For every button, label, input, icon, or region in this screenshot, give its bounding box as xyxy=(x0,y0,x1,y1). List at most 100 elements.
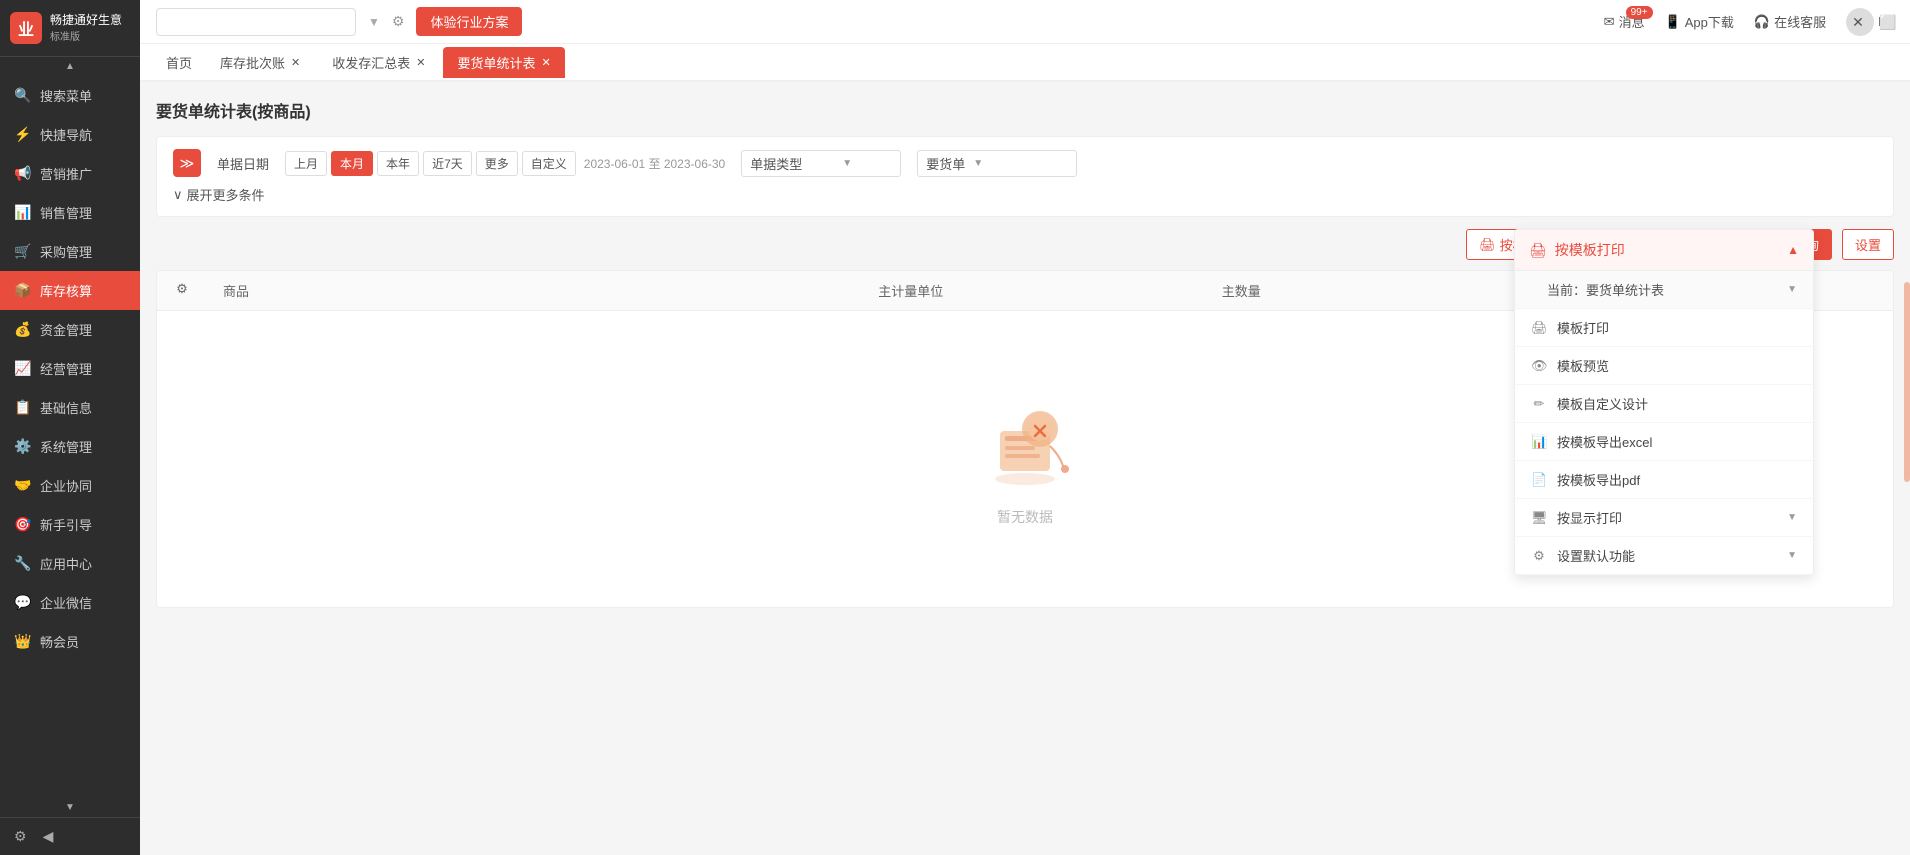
required-goods-arrow: ▼ xyxy=(973,158,983,169)
topbar: ▼ ⚙ 体验行业方案 ✉ 消息 99+ 📱 App下载 🎧 在线客服 Rit xyxy=(140,0,1910,44)
dropdown-collapse-icon[interactable]: ▲ xyxy=(1787,243,1799,257)
empty-text: 暂无数据 xyxy=(997,507,1053,527)
sidebar-footer: ⚙ ◀ xyxy=(0,817,140,855)
tab-home[interactable]: 首页 xyxy=(156,47,202,78)
dropdown-item-template-print[interactable]: 🖨 模板打印 xyxy=(1515,309,1813,347)
tab-stock-summary[interactable]: 收发存汇总表 ✕ xyxy=(318,47,439,78)
sidebar-item-collab[interactable]: 🤝 企业协同 xyxy=(0,466,140,505)
dropdown-item-template-preview[interactable]: 👁 模板预览 xyxy=(1515,347,1813,385)
sidebar-item-system[interactable]: ⚙️ 系统管理 xyxy=(0,427,140,466)
sidebar-item-finance[interactable]: 💰 资金管理 xyxy=(0,310,140,349)
filter-bar: ≫ 单据日期 上月 本月 本年 近7天 更多 自定义 2023-06-01 至 … xyxy=(156,136,1894,217)
dropdown-section-display-print[interactable]: 🖥 按显示打印 ▼ xyxy=(1515,499,1813,537)
scrollbar[interactable] xyxy=(1904,282,1910,482)
dropdown-item-export-excel[interactable]: 📊 按模板导出excel xyxy=(1515,423,1813,461)
sidebar-item-sales[interactable]: 📊 销售管理 xyxy=(0,193,140,232)
current-arrow-icon: ▼ xyxy=(1787,284,1797,295)
scroll-up[interactable]: ▲ xyxy=(0,57,140,76)
th-qty: 主数量 xyxy=(1206,281,1550,300)
expand-more-button[interactable]: ∨ 展开更多条件 xyxy=(173,185,265,204)
main-area: ▼ ⚙ 体验行业方案 ✉ 消息 99+ 📱 App下载 🎧 在线客服 Rit xyxy=(140,0,1910,855)
maximize-window-button[interactable]: ⬜ xyxy=(1874,8,1902,36)
member-icon: 👑 xyxy=(14,633,32,650)
required-goods-filter[interactable]: 要货单 ▼ xyxy=(917,150,1077,177)
app-center-icon: 🔧 xyxy=(14,555,32,572)
online-service-item[interactable]: 🎧 在线客服 xyxy=(1754,12,1826,31)
section-arrow-display: ▼ xyxy=(1787,512,1797,523)
empty-illustration xyxy=(975,391,1075,491)
dropdown-arrow-topbar[interactable]: ▼ xyxy=(368,15,380,29)
sidebar-item-basic-info[interactable]: 📋 基础信息 xyxy=(0,388,140,427)
dropdown-current-item[interactable]: 当前：要货单统计表 ▼ xyxy=(1515,271,1813,309)
th-unit: 主计量单位 xyxy=(862,281,1206,300)
filter-row-1: ≫ 单据日期 上月 本月 本年 近7天 更多 自定义 2023-06-01 至 … xyxy=(173,149,1877,177)
preview-icon: 👁 xyxy=(1531,358,1547,374)
sidebar-item-quicknav[interactable]: ⚡ 快捷导航 xyxy=(0,115,140,154)
select-arrow-icon: ▼ xyxy=(842,158,852,169)
guide-icon: 🎯 xyxy=(14,516,32,533)
dropdown-header: 🖨 按模板打印 ▲ xyxy=(1515,230,1813,271)
collab-icon: 🤝 xyxy=(14,477,32,494)
action-bar: 🖨 按模板打印 ▲ 当前：要货单统计表 ▼ 🖨 模板打印 👁 xyxy=(156,229,1894,260)
date-range-display: 2023-06-01 至 2023-06-30 xyxy=(584,155,725,172)
display-print-icon: 🖥 xyxy=(1531,510,1547,526)
tab-close-order-stats[interactable]: ✕ xyxy=(542,56,551,69)
date-btn-last-month[interactable]: 上月 xyxy=(285,151,327,176)
required-goods-label: 要货单 xyxy=(926,154,965,173)
app-download-item[interactable]: 📱 App下载 xyxy=(1665,12,1734,31)
trial-button[interactable]: 体验行业方案 xyxy=(416,7,522,36)
printer-icon: 🖨 xyxy=(1529,242,1547,259)
logo-icon: 业 xyxy=(10,12,42,44)
quicknav-icon: ⚡ xyxy=(14,126,32,143)
sidebar-nav: 🔍 搜索菜单 ⚡ 快捷导航 📢 营销推广 📊 销售管理 🛒 采购管理 📦 库存核… xyxy=(0,76,140,798)
close-window-button[interactable]: ✕ xyxy=(1844,8,1872,36)
gear-icon[interactable]: ⚙ xyxy=(392,13,405,30)
filter-toggle-button[interactable]: ≫ xyxy=(173,149,201,177)
tab-close-inventory-batch[interactable]: ✕ xyxy=(291,56,300,69)
sales-icon: 📊 xyxy=(14,204,32,221)
scroll-down[interactable]: ▼ xyxy=(0,798,140,817)
pdf-icon: 📄 xyxy=(1531,472,1547,488)
business-icon: 📈 xyxy=(14,360,32,377)
sidebar-item-wechat[interactable]: 💬 企业微信 xyxy=(0,583,140,622)
expand-more-container: ∨ 展开更多条件 xyxy=(173,185,1877,204)
sidebar-item-guide[interactable]: 🎯 新手引导 xyxy=(0,505,140,544)
settings-footer-icon[interactable]: ⚙ xyxy=(14,828,27,845)
date-btn-custom[interactable]: 自定义 xyxy=(522,151,576,176)
sidebar-item-marketing[interactable]: 📢 营销推广 xyxy=(0,154,140,193)
notification-item[interactable]: ✉ 消息 99+ xyxy=(1604,12,1645,31)
sidebar-item-business[interactable]: 📈 经营管理 xyxy=(0,349,140,388)
message-icon: ✉ xyxy=(1604,14,1615,30)
tab-close-stock-summary[interactable]: ✕ xyxy=(416,56,425,69)
print-icon-small: 🖨 xyxy=(1479,237,1496,253)
dropdown-section-default[interactable]: ⚙ 设置默认功能 ▼ xyxy=(1515,537,1813,575)
settings-button[interactable]: 设置 xyxy=(1842,229,1894,260)
dropdown-item-export-pdf[interactable]: 📄 按模板导出pdf xyxy=(1515,461,1813,499)
finance-icon: 💰 xyxy=(14,321,32,338)
page-title: 要货单统计表(按商品) xyxy=(156,98,1894,122)
date-btn-this-month[interactable]: 本月 xyxy=(331,151,373,176)
topbar-search-input[interactable] xyxy=(156,8,356,36)
sidebar-item-search[interactable]: 🔍 搜索菜单 xyxy=(0,76,140,115)
date-buttons: 上月 本月 本年 近7天 更多 自定义 2023-06-01 至 2023-06… xyxy=(285,151,725,176)
sidebar-item-purchase[interactable]: 🛒 采购管理 xyxy=(0,232,140,271)
th-settings[interactable]: ⚙ xyxy=(157,281,207,300)
print-dropdown-menu: 🖨 按模板打印 ▲ 当前：要货单统计表 ▼ 🖨 模板打印 👁 xyxy=(1514,229,1814,576)
sidebar-item-member[interactable]: 👑 畅会员 xyxy=(0,622,140,661)
wechat-icon: 💬 xyxy=(14,594,32,611)
tabs-bar: 首页 库存批次账 ✕ 收发存汇总表 ✕ 要货单统计表 ✕ xyxy=(140,44,1910,82)
th-product: 商品 xyxy=(207,281,862,300)
tab-inventory-batch[interactable]: 库存批次账 ✕ xyxy=(206,47,314,78)
notification-badge: 99+ xyxy=(1626,6,1653,19)
mute-footer-icon[interactable]: ◀ xyxy=(43,828,54,845)
date-btn-more[interactable]: 更多 xyxy=(476,151,518,176)
tab-order-stats[interactable]: 要货单统计表 ✕ xyxy=(443,47,564,78)
sidebar-item-app-center[interactable]: 🔧 应用中心 xyxy=(0,544,140,583)
date-btn-this-year[interactable]: 本年 xyxy=(377,151,419,176)
order-type-select[interactable]: 单据类型 ▼ xyxy=(741,150,901,177)
dropdown-item-template-design[interactable]: ✏ 模板自定义设计 xyxy=(1515,385,1813,423)
inventory-icon: 📦 xyxy=(14,282,32,299)
date-btn-7days[interactable]: 近7天 xyxy=(423,151,472,176)
sidebar-item-inventory[interactable]: 📦 库存核算 xyxy=(0,271,140,310)
excel-icon: 📊 xyxy=(1531,434,1547,450)
